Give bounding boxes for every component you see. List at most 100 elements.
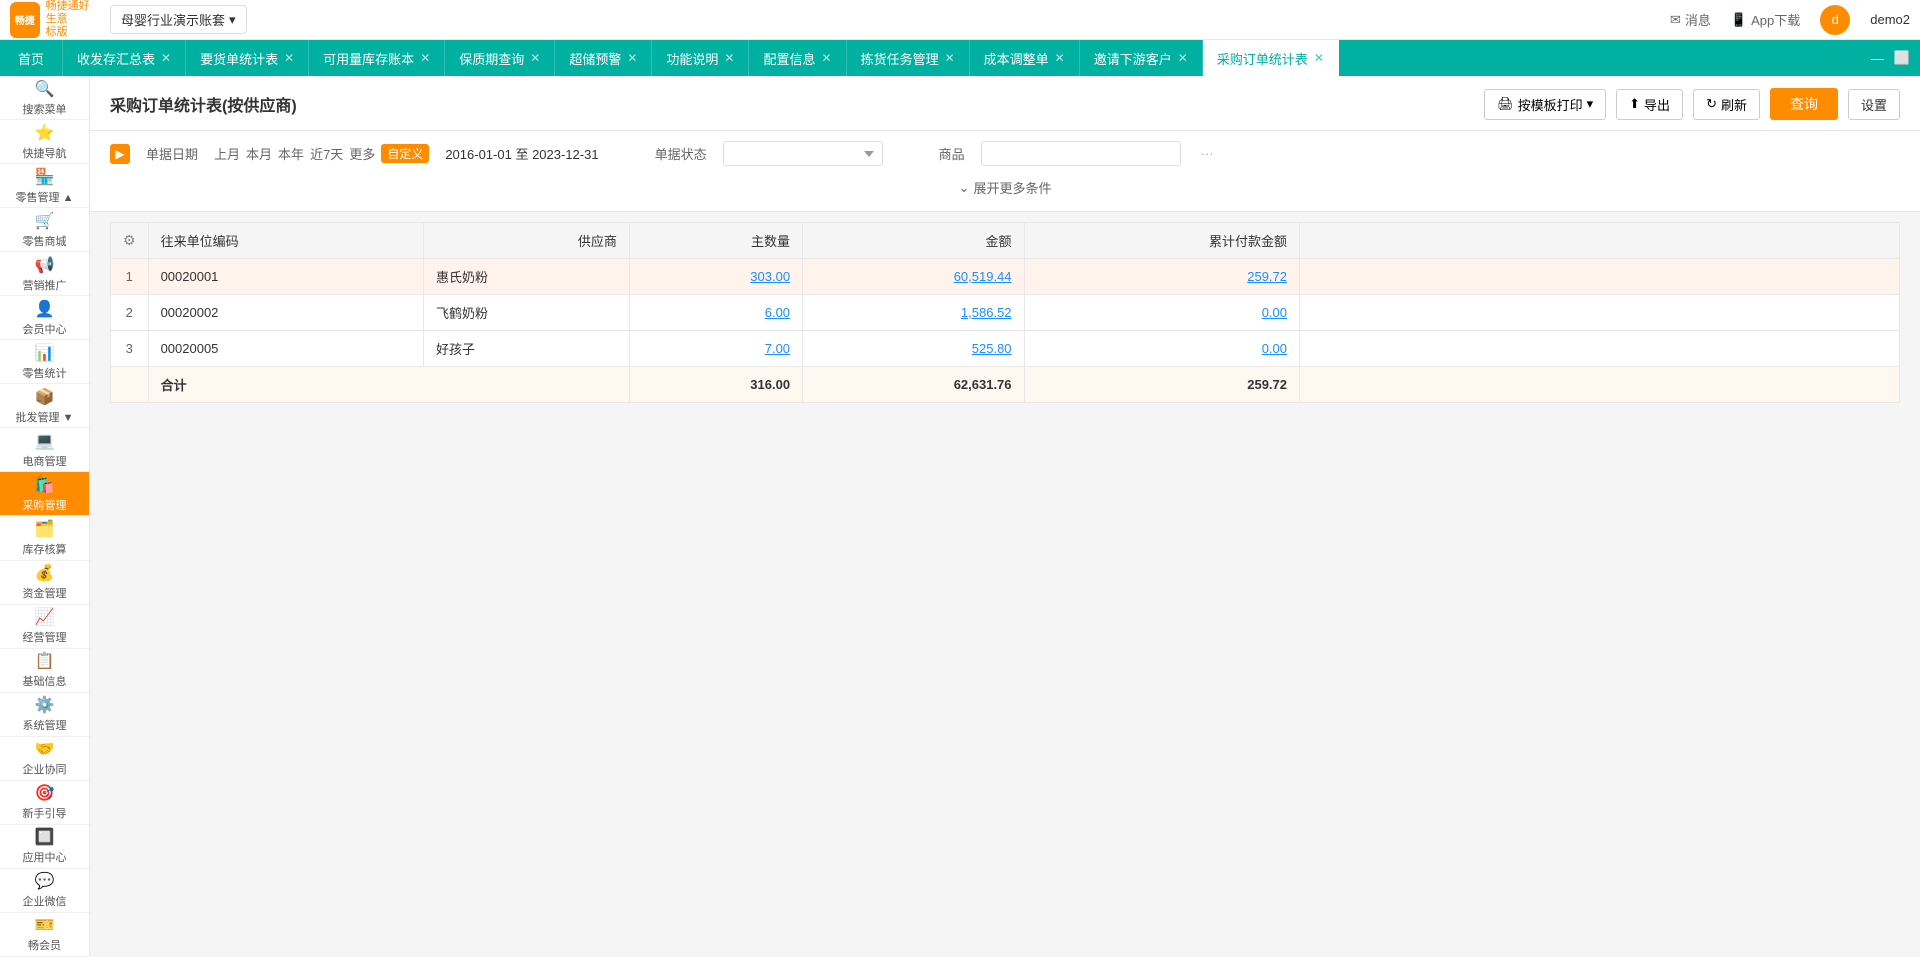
date-filter-label: 单据日期 <box>146 144 198 163</box>
tab-home[interactable]: 首页 <box>0 40 63 76</box>
tab-features[interactable]: 功能说明 ✕ <box>652 40 749 76</box>
footer-extra <box>1300 367 1900 403</box>
goods-input[interactable] <box>981 141 1181 166</box>
gear-icon: ⚙️ <box>35 695 55 715</box>
col-supplier: 供应商 <box>423 223 629 259</box>
tab-invite-downstream[interactable]: 邀请下游客户 ✕ <box>1080 40 1203 76</box>
wechat-icon: 💬 <box>35 871 55 891</box>
expand-conditions-btn[interactable]: ⌄ 展开更多条件 <box>947 174 1064 201</box>
sidebar-item-retail-mgmt[interactable]: 🏪 零售管理 ▲ <box>0 164 89 208</box>
shortcut-custom[interactable]: 自定义 <box>381 144 429 163</box>
sidebar-item-inventory[interactable]: 🗂️ 库存核算 <box>0 516 89 560</box>
shortcut-this-year[interactable]: 本年 <box>278 144 304 163</box>
print-icon: 🖨 <box>1497 96 1514 112</box>
tab-cost-adjust[interactable]: 成本调整单 ✕ <box>970 40 1080 76</box>
workspace-selector[interactable]: 母婴行业演示账套 ▾ <box>110 5 247 34</box>
cell-qty-1: 303.00 <box>629 259 802 295</box>
shortcut-this-month[interactable]: 本月 <box>246 144 272 163</box>
col-amount: 金额 <box>803 223 1024 259</box>
toggle-filter-arrow[interactable]: ▶ <box>110 144 130 164</box>
message-icon: ✉ <box>1670 12 1681 28</box>
cell-extra-3 <box>1300 331 1900 367</box>
close-icon[interactable]: ✕ <box>627 51 637 65</box>
close-icon[interactable]: ✕ <box>161 51 171 65</box>
tab-config[interactable]: 配置信息 ✕ <box>749 40 846 76</box>
clipboard-icon: 📋 <box>35 651 55 671</box>
query-button[interactable]: 查询 <box>1770 88 1838 120</box>
gear-settings-icon[interactable]: ⚙ <box>123 232 136 248</box>
nav-tabs: 首页 收发存汇总表 ✕ 要货单统计表 ✕ 可用量库存账本 ✕ 保质期查询 ✕ 超… <box>0 40 1920 76</box>
tab-expiry-query[interactable]: 保质期查询 ✕ <box>445 40 555 76</box>
page-header: 采购订单统计表(按供应商) 🖨 按模板打印 ▾ ⬆ 导出 ↻ 刷新 <box>90 76 1920 131</box>
footer-paid: 259.72 <box>1024 367 1299 403</box>
user-avatar[interactable]: d <box>1820 5 1850 35</box>
print-button[interactable]: 🖨 按模板打印 ▾ <box>1484 89 1606 120</box>
footer-qty: 316.00 <box>629 367 802 403</box>
close-icon[interactable]: ✕ <box>1314 51 1324 65</box>
sidebar-item-finance[interactable]: 💰 资金管理 <box>0 561 89 605</box>
sidebar-item-ecommerce[interactable]: 💻 电商管理 <box>0 428 89 472</box>
close-icon[interactable]: ✕ <box>1178 51 1188 65</box>
sidebar-item-enterprise-collab[interactable]: 🤝 企业协同 <box>0 737 89 781</box>
close-icon[interactable]: ✕ <box>945 51 955 65</box>
close-icon[interactable]: ✕ <box>822 51 832 65</box>
grid-icon: 🔲 <box>35 827 55 847</box>
date-range-text: 2016-01-01 至 2023-12-31 <box>445 144 598 163</box>
close-icon[interactable]: ✕ <box>724 51 734 65</box>
close-icon[interactable]: ✕ <box>420 51 430 65</box>
sidebar-item-marketing[interactable]: 📢 营销推广 <box>0 252 89 296</box>
chevron-down-icon: ⌄ <box>959 180 970 196</box>
megaphone-icon: 📢 <box>35 255 55 275</box>
cell-code-3: 00020005 <box>148 331 423 367</box>
sidebar-item-member-vip[interactable]: 🎫 畅会员 <box>0 913 89 957</box>
close-icon[interactable]: ✕ <box>530 51 540 65</box>
more-options-icon[interactable]: ··· <box>1201 146 1214 161</box>
sidebar-item-wechat[interactable]: 💬 企业微信 <box>0 869 89 913</box>
tab-available-inventory[interactable]: 可用量库存账本 ✕ <box>309 40 445 76</box>
sidebar-item-app-center[interactable]: 🔲 应用中心 <box>0 825 89 869</box>
tab-collect-summary[interactable]: 收发存汇总表 ✕ <box>63 40 186 76</box>
shopping-icon: 🛍️ <box>35 475 55 495</box>
status-filter-label: 单据状态 <box>655 144 707 163</box>
tab-pick-task[interactable]: 拣货任务管理 ✕ <box>847 40 970 76</box>
sidebar-item-system[interactable]: ⚙️ 系统管理 <box>0 693 89 737</box>
status-select[interactable] <box>723 141 883 166</box>
date-shortcuts: 上月 本月 本年 近7天 更多 自定义 <box>214 144 429 163</box>
footer-label: 合计 <box>148 367 629 403</box>
table-container: ⚙ 往来单位编码 供应商 主数量 金额 累计付款金额 1 00020001 惠氏… <box>90 212 1920 957</box>
cell-paid-3: 0.00 <box>1024 331 1299 367</box>
maximize-icon[interactable]: ⬜ <box>1894 50 1910 66</box>
cell-amount-2: 1,586.52 <box>803 295 1024 331</box>
sidebar-item-wholesale[interactable]: 📦 批发管理 ▼ <box>0 384 89 428</box>
computer-icon: 💻 <box>35 431 55 451</box>
shortcut-7days[interactable]: 近7天 <box>310 144 343 163</box>
trending-icon: 📈 <box>35 607 55 627</box>
sidebar-item-basic-info[interactable]: 📋 基础信息 <box>0 649 89 693</box>
app-download-btn[interactable]: 📱 App下载 <box>1731 10 1800 29</box>
sidebar-item-member[interactable]: 👤 会员中心 <box>0 296 89 340</box>
sidebar-item-search[interactable]: 🔍 搜索菜单 <box>0 76 89 120</box>
tab-purchase-order-stats[interactable]: 采购订单统计表 ✕ <box>1203 40 1339 76</box>
sidebar-item-operations[interactable]: 📈 经营管理 <box>0 605 89 649</box>
message-btn[interactable]: ✉ 消息 <box>1670 10 1711 29</box>
settings-button[interactable]: 设置 <box>1848 89 1900 120</box>
export-icon: ⬆ <box>1629 96 1640 112</box>
close-icon[interactable]: ✕ <box>284 51 294 65</box>
ticket-icon: 🎫 <box>35 915 55 935</box>
sidebar-item-retail-stats[interactable]: 📊 零售统计 <box>0 340 89 384</box>
top-bar-right: ✉ 消息 📱 App下载 d demo2 <box>1670 5 1910 35</box>
sidebar-item-quicknav[interactable]: ⭐ 快捷导航 <box>0 120 89 164</box>
minimize-icon[interactable]: — <box>1871 51 1884 66</box>
refresh-button[interactable]: ↻ 刷新 <box>1693 89 1760 120</box>
sidebar-item-newbie[interactable]: 🎯 新手引导 <box>0 781 89 825</box>
tab-demand-stats[interactable]: 要货单统计表 ✕ <box>186 40 309 76</box>
shortcut-last-month[interactable]: 上月 <box>214 144 240 163</box>
folder-icon: 🗂️ <box>35 519 55 539</box>
export-button[interactable]: ⬆ 导出 <box>1616 89 1683 120</box>
shortcut-more[interactable]: 更多 <box>349 144 375 163</box>
sidebar-item-purchase[interactable]: 🛍️ 采购管理 <box>0 472 89 516</box>
col-settings[interactable]: ⚙ <box>111 223 149 259</box>
tab-overstock[interactable]: 超储预警 ✕ <box>555 40 652 76</box>
sidebar-item-retail-mall[interactable]: 🛒 零售商城 <box>0 208 89 252</box>
close-icon[interactable]: ✕ <box>1055 51 1065 65</box>
